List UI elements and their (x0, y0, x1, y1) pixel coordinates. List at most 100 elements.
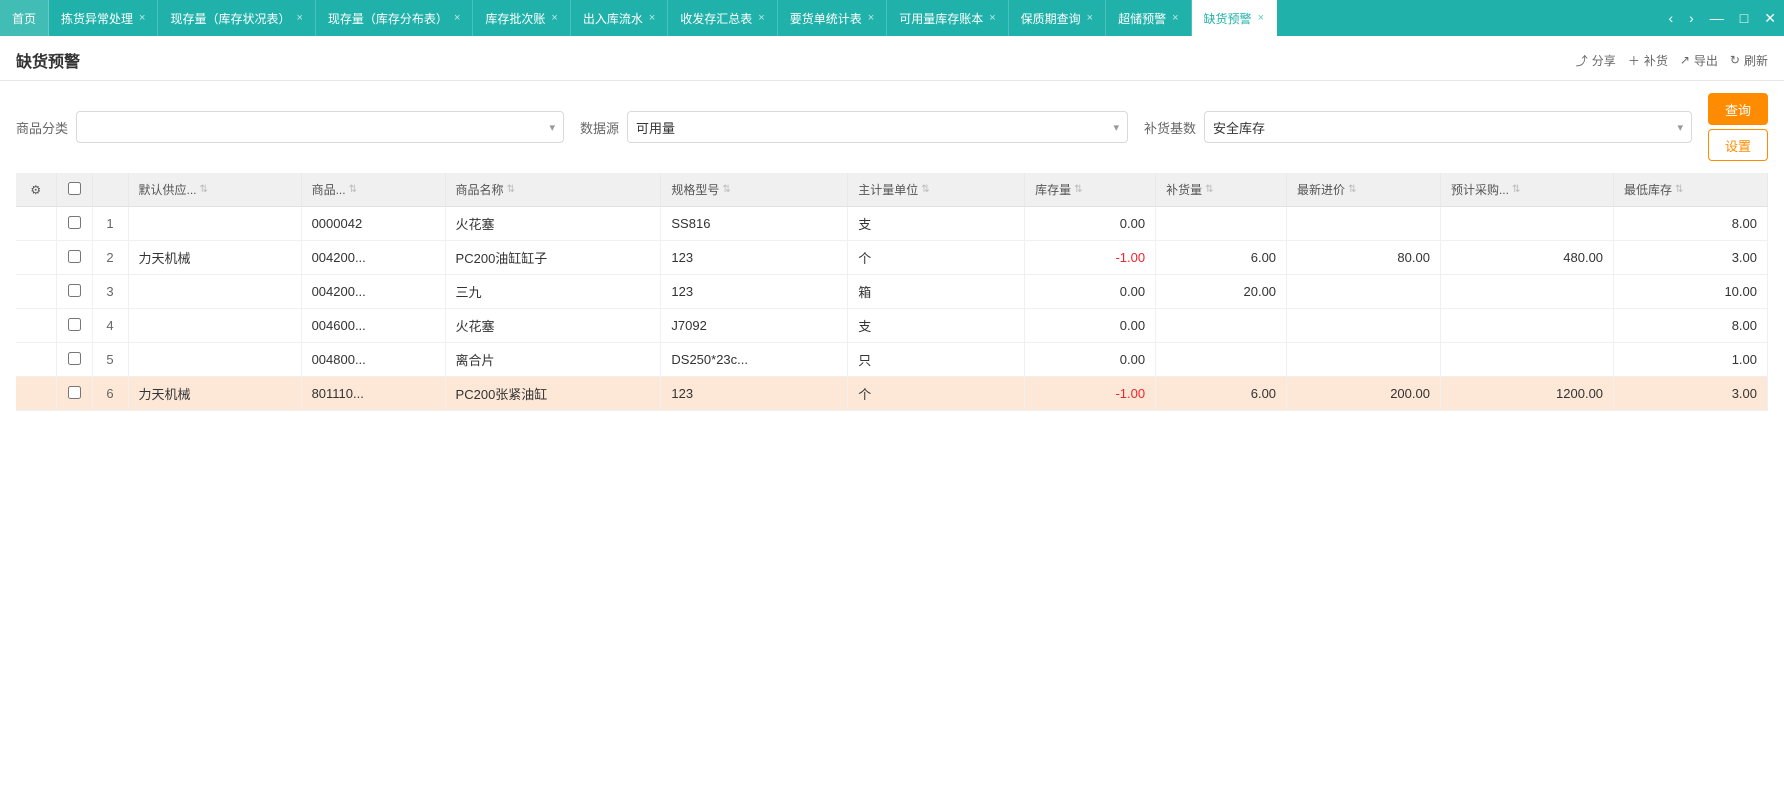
row-product-code-cell: 004200... (301, 241, 445, 275)
row-checkbox[interactable] (68, 216, 81, 229)
tab-batch-account-label: 库存批次账 (485, 10, 545, 27)
col-product-name-sort: ⇅ (507, 184, 515, 195)
col-min-stock[interactable]: 最低库存 ⇅ (1614, 173, 1768, 207)
row-unit-cell: 个 (848, 241, 1025, 275)
replenish-button[interactable]: ＋ 补货 (1628, 52, 1668, 69)
row-checkbox-cell[interactable] (56, 309, 92, 343)
refresh-label: 刷新 (1744, 52, 1768, 69)
tab-batch-account-close[interactable]: × (551, 12, 557, 24)
replenish-base-select-value: 安全库存 (1213, 118, 1265, 137)
tab-stock-exception-label: 拣货异常处理 (61, 10, 133, 27)
share-label: 分享 (1592, 52, 1616, 69)
tab-expiry-query-close[interactable]: × (1087, 12, 1093, 24)
col-default-supplier-sort: ⇅ (200, 184, 208, 195)
tab-inout-flow-close[interactable]: × (649, 12, 655, 24)
row-product-name-cell: PC200油缸缸子 (445, 241, 661, 275)
row-checkbox-cell[interactable] (56, 377, 92, 411)
window-minimize[interactable]: — (1702, 0, 1732, 36)
query-button[interactable]: 查询 (1708, 93, 1768, 125)
table-row: 2 力天机械 004200... PC200油缸缸子 123 个 -1.00 6… (16, 241, 1768, 275)
tab-available-ledger-close[interactable]: × (989, 12, 995, 24)
col-replenish-qty-sort: ⇅ (1205, 184, 1213, 195)
tab-stock-exception[interactable]: 拣货异常处理 × (49, 0, 158, 36)
row-product-name-cell: 离合片 (445, 343, 661, 377)
tab-inventory-status-close[interactable]: × (296, 12, 302, 24)
col-stock-qty-sort: ⇅ (1074, 184, 1082, 195)
row-supplier-cell: 力天机械 (128, 377, 301, 411)
col-settings[interactable]: ⚙ (16, 173, 56, 207)
tab-inout-flow-label: 出入库流水 (583, 10, 643, 27)
row-checkbox-cell[interactable] (56, 241, 92, 275)
row-num-cell: 1 (92, 207, 128, 241)
col-spec[interactable]: 规格型号 ⇅ (661, 173, 848, 207)
row-product-code-cell: 801110... (301, 377, 445, 411)
col-latest-price-sort: ⇅ (1348, 184, 1356, 195)
tab-overstock-warning[interactable]: 超储预警 × (1106, 0, 1191, 36)
tab-nav-prev[interactable]: ‹ (1660, 0, 1681, 36)
table-row: 5 004800... 离合片 DS250*23c... 只 0.00 1.00 (16, 343, 1768, 377)
tab-inventory-dist[interactable]: 现存量（库存分布表） × (316, 0, 473, 36)
row-min-stock-cell: 3.00 (1614, 377, 1768, 411)
row-est-purchase-cell (1440, 275, 1613, 309)
row-replenish-qty-cell: 20.00 (1156, 275, 1287, 309)
row-checkbox[interactable] (68, 318, 81, 331)
tab-overstock-warning-close[interactable]: × (1172, 12, 1178, 24)
row-checkbox[interactable] (68, 386, 81, 399)
select-all-checkbox[interactable] (68, 182, 81, 195)
datasource-select-value: 可用量 (636, 118, 675, 137)
tab-nav-next[interactable]: › (1681, 0, 1702, 36)
tab-receive-summary-close[interactable]: × (758, 12, 764, 24)
row-checkbox[interactable] (68, 352, 81, 365)
row-checkbox[interactable] (68, 250, 81, 263)
replenish-base-select[interactable]: 安全库存 ▾ (1204, 111, 1692, 143)
col-checkbox[interactable] (56, 173, 92, 207)
tab-expiry-query[interactable]: 保质期查询 × (1009, 0, 1106, 36)
tab-shortage-warning[interactable]: 缺货预警 × (1192, 0, 1277, 36)
datasource-select[interactable]: 可用量 ▾ (627, 111, 1128, 143)
row-latest-price-cell (1287, 309, 1441, 343)
tab-shortage-warning-label: 缺货预警 (1204, 10, 1252, 27)
refresh-button[interactable]: ↻ 刷新 (1730, 52, 1768, 69)
tab-available-ledger[interactable]: 可用量库存账本 × (887, 0, 1008, 36)
row-checkbox-cell[interactable] (56, 275, 92, 309)
settings-button[interactable]: 设置 (1708, 129, 1768, 161)
tab-demand-stat-close[interactable]: × (868, 12, 874, 24)
col-replenish-qty[interactable]: 补货量 ⇅ (1156, 173, 1287, 207)
tab-batch-account[interactable]: 库存批次账 × (473, 0, 570, 36)
row-est-purchase-cell (1440, 207, 1613, 241)
tab-receive-summary[interactable]: 收发存汇总表 × (668, 0, 777, 36)
row-unit-cell: 支 (848, 309, 1025, 343)
tab-shortage-warning-close[interactable]: × (1258, 12, 1264, 24)
main-content: 缺货预警 ⤴ 分享 ＋ 补货 ↗ 导出 ↻ 刷新 商品分类 (0, 36, 1784, 796)
row-num-cell: 6 (92, 377, 128, 411)
row-est-purchase-cell (1440, 343, 1613, 377)
share-button[interactable]: ⤴ 分享 (1576, 52, 1616, 69)
col-est-purchase[interactable]: 预计采购... ⇅ (1440, 173, 1613, 207)
row-spec-cell: 123 (661, 275, 848, 309)
col-default-supplier[interactable]: 默认供应... ⇅ (128, 173, 301, 207)
col-product-name[interactable]: 商品名称 ⇅ (445, 173, 661, 207)
col-stock-qty[interactable]: 库存量 ⇅ (1025, 173, 1156, 207)
tab-home[interactable]: 首页 (0, 0, 49, 36)
col-product-code[interactable]: 商品... ⇅ (301, 173, 445, 207)
category-select[interactable]: ▾ (76, 111, 564, 143)
tab-inout-flow[interactable]: 出入库流水 × (571, 0, 668, 36)
col-unit[interactable]: 主计量单位 ⇅ (848, 173, 1025, 207)
tab-demand-stat[interactable]: 要货单统计表 × (778, 0, 887, 36)
tab-stock-exception-close[interactable]: × (139, 12, 145, 24)
row-min-stock-cell: 8.00 (1614, 309, 1768, 343)
row-checkbox-cell[interactable] (56, 207, 92, 241)
export-button[interactable]: ↗ 导出 (1680, 52, 1718, 69)
window-close[interactable]: ✕ (1756, 0, 1784, 36)
row-checkbox-cell[interactable] (56, 343, 92, 377)
row-settings-cell (16, 377, 56, 411)
col-latest-price[interactable]: 最新进价 ⇅ (1287, 173, 1441, 207)
row-checkbox[interactable] (68, 284, 81, 297)
row-unit-cell: 支 (848, 207, 1025, 241)
export-label: 导出 (1694, 52, 1718, 69)
col-spec-label: 规格型号 (671, 181, 719, 198)
tab-inventory-dist-close[interactable]: × (454, 12, 460, 24)
tab-inventory-status[interactable]: 现存量（库存状况表） × (158, 0, 315, 36)
window-maximize[interactable]: □ (1732, 0, 1756, 36)
tab-expiry-query-label: 保质期查询 (1021, 10, 1081, 27)
